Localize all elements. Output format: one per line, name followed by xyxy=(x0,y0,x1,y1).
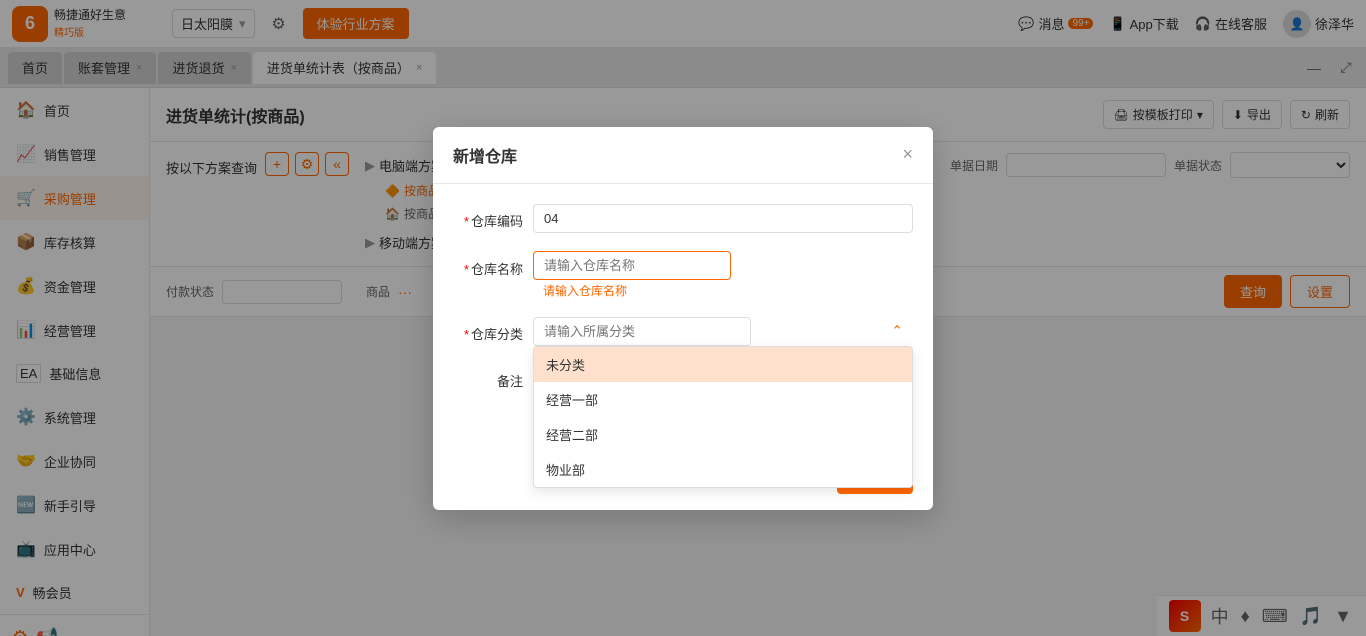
code-input[interactable] xyxy=(533,204,913,233)
dropdown-option-uncategorized[interactable]: 未分类 xyxy=(534,347,912,382)
chevron-up-icon[interactable]: ⌃ xyxy=(891,323,903,340)
code-label: 仓库编码 xyxy=(453,204,533,230)
category-label: 仓库分类 xyxy=(453,317,533,343)
form-row-code: 仓库编码 xyxy=(453,204,913,233)
modal-overlay[interactable]: 新增仓库 × 仓库编码 仓库名称 请输入仓库名称 仓库分 xyxy=(0,0,1366,636)
modal-close-button[interactable]: × xyxy=(902,144,913,165)
notes-label: 备注 xyxy=(453,364,533,390)
category-dropdown: 未分类 经营一部 经营二部 物业部 xyxy=(533,346,913,488)
category-wrapper: ⌃ 未分类 经营一部 经营二部 物业部 xyxy=(533,317,913,346)
dropdown-option-dept2[interactable]: 经营二部 xyxy=(534,417,912,452)
modal-new-warehouse: 新增仓库 × 仓库编码 仓库名称 请输入仓库名称 仓库分 xyxy=(433,127,933,510)
form-row-name: 仓库名称 请输入仓库名称 xyxy=(453,251,913,299)
name-label: 仓库名称 xyxy=(453,252,533,278)
modal-title: 新增仓库 xyxy=(453,143,517,167)
dropdown-option-dept3[interactable]: 物业部 xyxy=(534,452,912,487)
name-error-msg: 请输入仓库名称 xyxy=(543,282,627,299)
modal-header: 新增仓库 × xyxy=(433,127,933,184)
name-input[interactable] xyxy=(533,251,731,280)
modal-body: 仓库编码 仓库名称 请输入仓库名称 仓库分类 ⌃ xyxy=(433,184,933,424)
form-row-category: 仓库分类 ⌃ 未分类 经营一部 经营二部 物业部 xyxy=(453,317,913,346)
dropdown-option-dept1[interactable]: 经营一部 xyxy=(534,382,912,417)
category-input[interactable] xyxy=(533,317,751,346)
